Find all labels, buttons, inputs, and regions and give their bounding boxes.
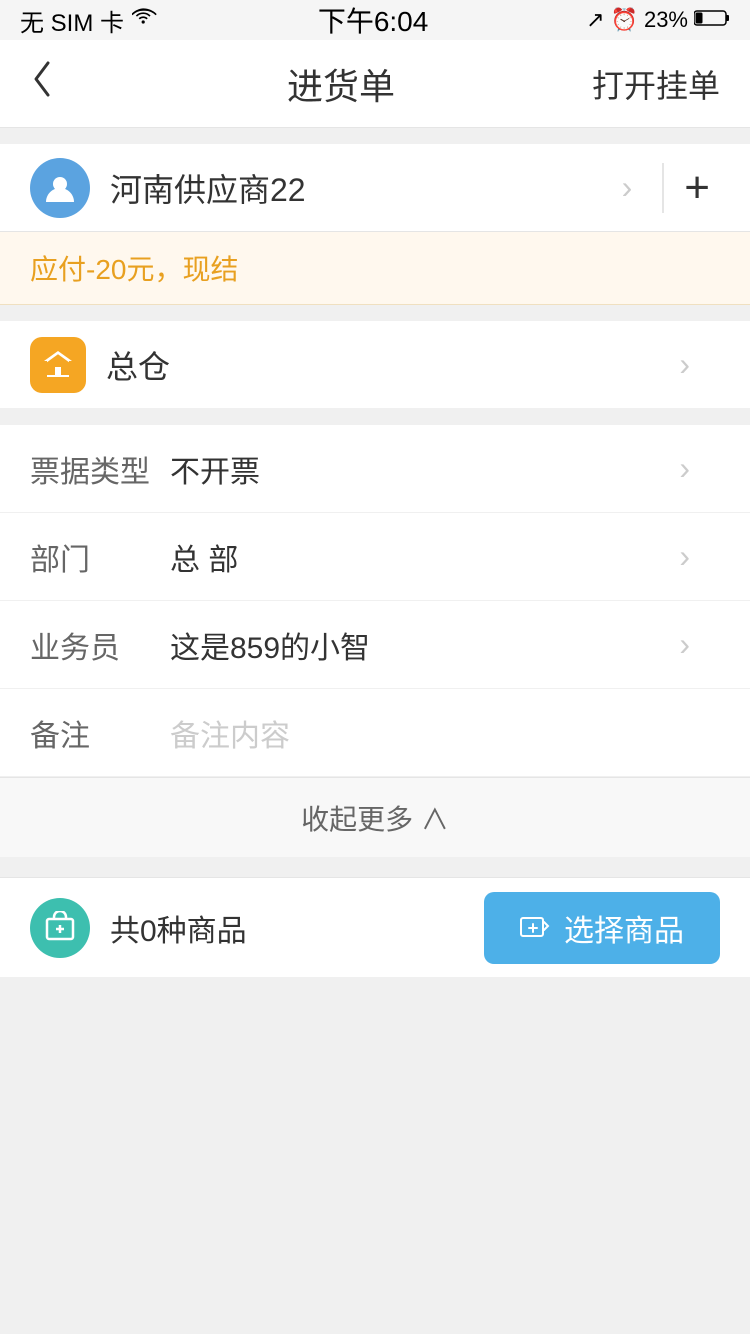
remark-placeholder[interactable]: 备注内容 — [170, 711, 720, 755]
notice-bar: 应付-20元，现结 — [0, 232, 750, 305]
supplier-avatar — [30, 158, 90, 218]
remark-label: 备注 — [30, 711, 170, 755]
salesperson-chevron: › — [679, 626, 690, 663]
status-left: 无 SIM 卡 — [20, 3, 160, 38]
carrier-text: 无 SIM 卡 — [20, 3, 124, 38]
back-button[interactable] — [30, 59, 90, 109]
divider-2 — [0, 305, 750, 321]
location-icon: ↗ — [586, 7, 604, 33]
select-product-button[interactable]: 选择商品 — [484, 892, 720, 964]
battery-icon — [694, 7, 730, 33]
bottom-space — [0, 857, 750, 877]
fields-section: 票据类型 不开票 › 部门 总 部 › 业务员 这是859的小智 › 备注 备注… — [0, 425, 750, 777]
salesperson-label: 业务员 — [30, 623, 170, 667]
invoice-type-row[interactable]: 票据类型 不开票 › — [0, 425, 750, 513]
product-bar: 共0种商品 选择商品 — [0, 877, 750, 977]
status-right: ↗ ⏰ 23% — [586, 7, 730, 33]
page-footer — [0, 977, 750, 1257]
add-supplier-button[interactable]: + — [674, 163, 720, 213]
status-bar: 无 SIM 卡 下午6:04 ↗ ⏰ 23% — [0, 0, 750, 40]
supplier-chevron-icon: › — [622, 169, 633, 206]
department-chevron: › — [679, 538, 690, 575]
salesperson-value: 这是859的小智 — [170, 623, 679, 667]
supplier-section: 河南供应商22 › + 应付-20元，现结 — [0, 144, 750, 305]
department-value: 总 部 — [170, 535, 679, 579]
supplier-row[interactable]: 河南供应商22 › + — [0, 144, 750, 232]
battery-text: 23% — [644, 7, 688, 33]
warehouse-row[interactable]: 总仓 › — [0, 321, 750, 409]
product-count: 共0种商品 — [110, 906, 484, 950]
open-pending-button[interactable]: 打开挂单 — [592, 61, 720, 107]
collapse-button[interactable]: 收起更多 ∧ — [0, 777, 750, 857]
warehouse-name: 总仓 — [106, 342, 679, 388]
invoice-type-value: 不开票 — [170, 447, 679, 491]
remark-row[interactable]: 备注 备注内容 — [0, 689, 750, 777]
supplier-divider — [662, 163, 664, 213]
divider-top — [0, 128, 750, 144]
department-label: 部门 — [30, 535, 170, 579]
divider-3 — [0, 409, 750, 425]
notice-text: 应付-20元，现结 — [30, 254, 238, 285]
warehouse-chevron-icon: › — [679, 346, 690, 383]
alarm-icon: ⏰ — [611, 7, 638, 33]
wifi-icon — [132, 6, 160, 35]
salesperson-row[interactable]: 业务员 这是859的小智 › — [0, 601, 750, 689]
supplier-name: 河南供应商22 — [110, 165, 622, 211]
invoice-type-label: 票据类型 — [30, 447, 170, 491]
department-row[interactable]: 部门 总 部 › — [0, 513, 750, 601]
product-icon — [30, 898, 90, 958]
nav-bar: 进货单 打开挂单 — [0, 40, 750, 128]
status-time: 下午6:04 — [318, 0, 429, 40]
invoice-type-chevron: › — [679, 450, 690, 487]
warehouse-icon — [30, 337, 86, 393]
page-title: 进货单 — [287, 58, 395, 110]
select-product-label: 选择商品 — [564, 906, 684, 950]
